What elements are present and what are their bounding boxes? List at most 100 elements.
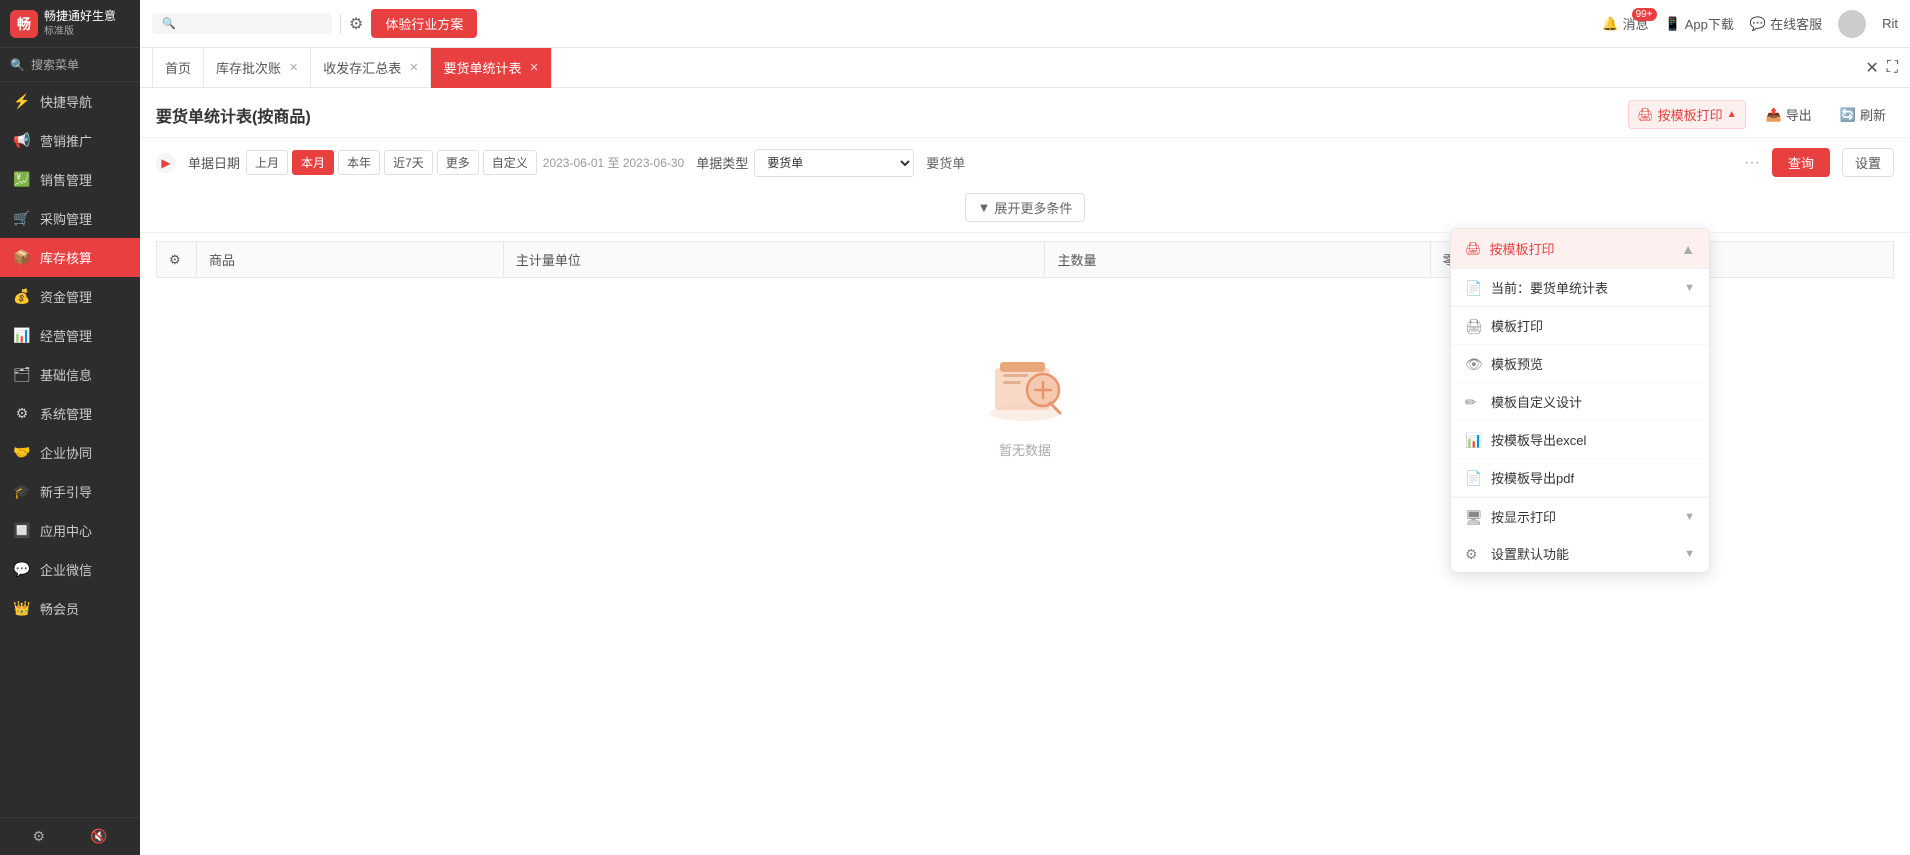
date-range-display: 2023-06-01 至 2023-06-30 xyxy=(543,154,684,171)
sidebar-item-basic[interactable]: 🗂 基础信息 xyxy=(0,355,140,394)
topbar-settings-icon[interactable]: ⚙ xyxy=(349,14,363,34)
empty-illustration xyxy=(975,338,1075,428)
main-area: 🔍 ⚙ 体验行业方案 🔔 消息 99+ 📱 App下载 💬 在线客服 Rit xyxy=(140,0,1910,855)
col-product: 商品 xyxy=(197,242,504,278)
topbar-search[interactable]: 🔍 xyxy=(152,13,332,34)
notification-badge: 99+ xyxy=(1632,8,1657,21)
type-filter-label: 单据类型 xyxy=(696,153,748,172)
tab-order-stats[interactable]: 要货单统计表 ✕ xyxy=(431,48,551,88)
sidebar-item-inventory[interactable]: 📦 库存核算 xyxy=(0,238,140,277)
table-settings-btn[interactable]: 设置 xyxy=(1842,148,1894,177)
expand-chevron-icon: ▼ xyxy=(978,200,991,215)
newbie-icon: 🎓 xyxy=(12,483,32,500)
sales-icon: 💹 xyxy=(12,171,32,188)
date-btn-7days[interactable]: 近7天 xyxy=(384,150,433,175)
service-icon: 💬 xyxy=(1750,16,1766,32)
date-btn-custom[interactable]: 自定义 xyxy=(483,150,537,175)
user-name[interactable]: Rit xyxy=(1882,16,1898,31)
online-service-item[interactable]: 💬 在线客服 xyxy=(1750,14,1822,33)
expand-btn[interactable]: ⛶ xyxy=(1887,59,1898,77)
current-template-item[interactable]: 📄 当前：要货单统计表 ▼ xyxy=(1451,269,1709,306)
operations-icon: 📊 xyxy=(12,327,32,344)
expand-more-btn[interactable]: ▼ 展开更多条件 xyxy=(965,193,1086,222)
tab-close-order-stats[interactable]: ✕ xyxy=(530,61,539,74)
set-default-icon: ⚙ xyxy=(1465,546,1481,562)
display-print-icon: 🖥 xyxy=(1465,509,1481,525)
apps-icon: 🔲 xyxy=(12,522,32,539)
wechat-icon: 💬 xyxy=(12,561,32,578)
sidebar-item-purchase[interactable]: 🛒 采购管理 xyxy=(0,199,140,238)
empty-text: 暂无数据 xyxy=(999,440,1051,459)
export-btn[interactable]: 📤 导出 xyxy=(1758,101,1820,128)
tab-collection-summary[interactable]: 收发存汇总表 ✕ xyxy=(311,48,431,88)
tab-home[interactable]: 首页 xyxy=(152,48,204,88)
template-preview-icon: 👁 xyxy=(1465,356,1481,372)
download-icon: 📱 xyxy=(1665,16,1681,32)
sidebar-item-sales[interactable]: 💹 销售管理 xyxy=(0,160,140,199)
sidebar-search[interactable]: 🔍 搜索菜单 xyxy=(0,48,140,82)
template-print-item[interactable]: 🖨 模板打印 xyxy=(1451,307,1709,345)
page-title: 要货单统计表(按商品) xyxy=(156,103,311,127)
tab-close-collection-summary[interactable]: ✕ xyxy=(409,61,418,74)
dropdown-header: 🖨 按模板打印 ▲ xyxy=(1451,229,1709,269)
app-logo-icon: 畅 xyxy=(10,10,38,38)
filter-row: ▶ 单据日期 上月 本月 本年 近7天 更多 自定义 2023-06-01 至 … xyxy=(156,148,1894,177)
app-logo-text: 畅捷通好生意 标准版 xyxy=(44,9,116,38)
date-btns: 上月 本月 本年 近7天 更多 自定义 xyxy=(246,150,537,175)
close-tab-btn[interactable]: ✕ xyxy=(1865,58,1878,78)
finance-icon: 💰 xyxy=(12,288,32,305)
col-unit: 主计量单位 xyxy=(503,242,1045,278)
date-btn-more[interactable]: 更多 xyxy=(437,150,479,175)
sidebar-item-member[interactable]: 👑 畅会员 xyxy=(0,589,140,628)
user-avatar[interactable] xyxy=(1838,10,1866,38)
inventory-icon: 📦 xyxy=(12,249,32,266)
template-print-icon: 🖨 xyxy=(1465,318,1481,334)
page-actions: 🖨 按模板打印 ▲ 📤 导出 🔄 刷新 xyxy=(1628,100,1894,129)
print-template-btn[interactable]: 🖨 按模板打印 ▲ xyxy=(1628,100,1745,129)
notification-item[interactable]: 🔔 消息 99+ xyxy=(1602,14,1648,33)
template-custom-item[interactable]: ✏ 模板自定义设计 xyxy=(1451,383,1709,421)
sidebar-item-operations[interactable]: 📊 经营管理 xyxy=(0,316,140,355)
sidebar-item-system[interactable]: ⚙ 系统管理 xyxy=(0,394,140,433)
dropdown-collapse-btn[interactable]: ▲ xyxy=(1681,241,1695,257)
dropdown-header-right: ▲ xyxy=(1681,241,1695,257)
type-filter-select[interactable]: 要货单 xyxy=(754,149,914,177)
refresh-btn[interactable]: 🔄 刷新 xyxy=(1832,101,1894,128)
current-doc-icon: 📄 xyxy=(1465,280,1481,296)
tab-close-inventory-batch[interactable]: ✕ xyxy=(289,61,298,74)
trial-btn[interactable]: 体验行业方案 xyxy=(371,9,477,38)
template-export-excel-item[interactable]: 📊 按模板导出excel xyxy=(1451,421,1709,459)
sidebar-item-finance[interactable]: 💰 资金管理 xyxy=(0,277,140,316)
date-btn-this-year[interactable]: 本年 xyxy=(338,150,380,175)
template-excel-icon: 📊 xyxy=(1465,432,1481,448)
settings-bottom-icon[interactable]: ⚙ xyxy=(33,828,46,845)
basic-icon: 🗂 xyxy=(12,366,32,383)
sidebar-item-quick-nav[interactable]: ⚡ 快捷导航 xyxy=(0,82,140,121)
tabs-bar: 首页 库存批次账 ✕ 收发存汇总表 ✕ 要货单统计表 ✕ ✕ ⛶ xyxy=(140,48,1910,88)
sidebar-item-wechat[interactable]: 💬 企业微信 xyxy=(0,550,140,589)
sidebar-item-enterprise[interactable]: 🤝 企业协同 xyxy=(0,433,140,472)
sidebar-item-newbie[interactable]: 🎓 新手引导 xyxy=(0,472,140,511)
more-options-icon[interactable]: ··· xyxy=(1744,154,1760,172)
display-print-item[interactable]: 🖥 按显示打印 ▼ xyxy=(1451,498,1709,535)
mute-icon[interactable]: 🔇 xyxy=(90,828,107,845)
template-preview-item[interactable]: 👁 模板预览 xyxy=(1451,345,1709,383)
display-print-chevron: ▼ xyxy=(1684,511,1695,523)
purchase-icon: 🛒 xyxy=(12,210,32,227)
date-btn-this-month[interactable]: 本月 xyxy=(292,150,334,175)
sidebar-item-apps[interactable]: 🔲 应用中心 xyxy=(0,511,140,550)
col-quantity: 主数量 xyxy=(1045,242,1430,278)
marketing-icon: 📢 xyxy=(12,132,32,149)
col-settings[interactable]: ⚙ xyxy=(157,242,197,278)
topbar: 🔍 ⚙ 体验行业方案 🔔 消息 99+ 📱 App下载 💬 在线客服 Rit xyxy=(140,0,1910,48)
query-btn[interactable]: 查询 xyxy=(1772,148,1830,177)
template-export-pdf-item[interactable]: 📄 按模板导出pdf xyxy=(1451,459,1709,497)
set-default-item[interactable]: ⚙ 设置默认功能 ▼ xyxy=(1451,535,1709,572)
sidebar-item-marketing[interactable]: 📢 营销推广 xyxy=(0,121,140,160)
date-btn-last-month[interactable]: 上月 xyxy=(246,150,288,175)
app-download-item[interactable]: 📱 App下载 xyxy=(1665,14,1734,33)
content-area: 要货单统计表(按商品) 🖨 按模板打印 ▲ 📤 导出 🔄 刷新 xyxy=(140,88,1910,855)
template-pdf-icon: 📄 xyxy=(1465,470,1481,486)
filter-expand-icon[interactable]: ▶ xyxy=(156,153,176,173)
tab-inventory-batch[interactable]: 库存批次账 ✕ xyxy=(204,48,311,88)
